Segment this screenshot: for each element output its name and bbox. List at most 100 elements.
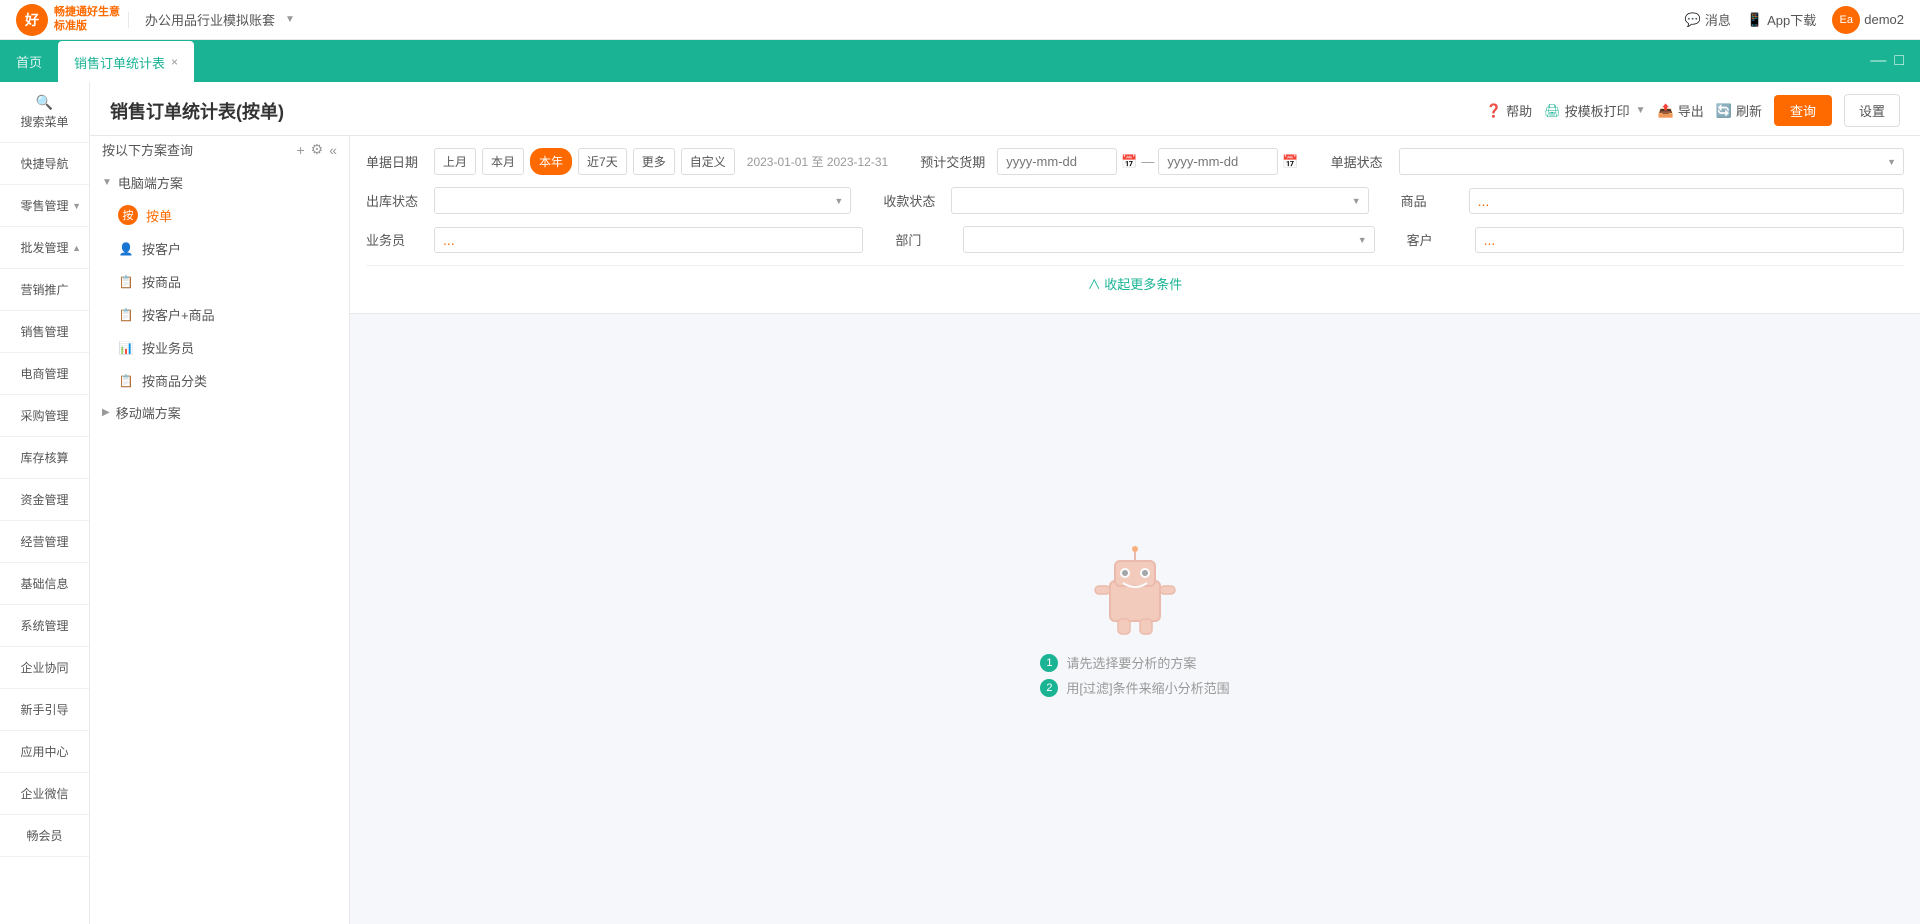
tip-2-num: 2 <box>1040 679 1058 697</box>
sidebar-marketing-label: 营销推广 <box>0 281 89 298</box>
download-icon: 📱 <box>1747 12 1763 28</box>
date-separator: — <box>1141 154 1154 169</box>
scheme-header-actions: + ⚙ « <box>296 141 337 158</box>
sidebar-ecommerce-label: 电商管理 <box>0 365 89 382</box>
calendar-icon-end: 📅 <box>1282 154 1298 170</box>
sidebar-wechat[interactable]: 企业微信 <box>0 773 89 815</box>
filter-row-2: 出库状态 收款状态 商品 <box>366 187 1904 214</box>
date-btn-last-7[interactable]: 近7天 <box>578 148 627 175</box>
scheme-group-mobile-title[interactable]: ▶ 移动端方案 <box>90 397 349 428</box>
print-button[interactable]: 🖨 按模板打印 ▼ <box>1544 101 1645 120</box>
tab-sales-order-stats[interactable]: 销售订单统计表 × <box>58 41 194 83</box>
expected-date-end[interactable] <box>1158 148 1278 175</box>
sidebar-member[interactable]: 畅会员 <box>0 815 89 857</box>
sidebar: 🔍 搜索菜单 快捷导航 零售管理 批发管理 营销推广 销售管理 电商管理 采购管… <box>0 82 90 924</box>
date-btn-more[interactable]: 更多 <box>633 148 675 175</box>
filter-area: 单据日期 上月 本月 本年 近7天 更多 自定义 2023-01-01 至 20… <box>350 136 1920 314</box>
expected-date-start[interactable] <box>997 148 1117 175</box>
sidebar-operation[interactable]: 经营管理 <box>0 521 89 563</box>
sidebar-wholesale[interactable]: 批发管理 <box>0 227 89 269</box>
help-button[interactable]: ❓ 帮助 <box>1486 101 1532 120</box>
sidebar-new-guide[interactable]: 新手引导 <box>0 689 89 731</box>
print-dropdown-icon[interactable]: ▼ <box>1636 105 1646 116</box>
date-btn-this-month[interactable]: 本月 <box>482 148 524 175</box>
sidebar-search[interactable]: 🔍 搜索菜单 <box>0 82 89 143</box>
scheme-item-by-customer-label: 按客户 <box>142 239 181 258</box>
sidebar-basic-info[interactable]: 基础信息 <box>0 563 89 605</box>
scheme-item-by-goods-category-icon: 📋 <box>118 373 134 389</box>
sidebar-purchase-label: 采购管理 <box>0 407 89 424</box>
settings-button[interactable]: 设置 <box>1844 94 1900 127</box>
tab-home[interactable]: 首页 <box>0 40 58 82</box>
receive-select[interactable] <box>951 187 1368 214</box>
salesman-ellipsis-icon[interactable]: ... <box>443 232 455 248</box>
export-button[interactable]: 📤 导出 <box>1658 101 1704 120</box>
main-layout: 🔍 搜索菜单 快捷导航 零售管理 批发管理 营销推广 销售管理 电商管理 采购管… <box>0 82 1920 924</box>
date-btn-last-month[interactable]: 上月 <box>434 148 476 175</box>
ship-status-wrapper <box>434 187 851 214</box>
sidebar-inventory[interactable]: 库存核算 <box>0 437 89 479</box>
sidebar-marketing[interactable]: 营销推广 <box>0 269 89 311</box>
tab-minimize-icon[interactable]: — <box>1870 52 1886 70</box>
sidebar-sales[interactable]: 销售管理 <box>0 311 89 353</box>
sidebar-system[interactable]: 系统管理 <box>0 605 89 647</box>
app-title: 办公用品行业模拟账套 <box>145 10 275 29</box>
logo-text: 畅捷通好生意 标准版 <box>54 6 120 32</box>
tab-bar: 首页 销售订单统计表 × — □ <box>0 40 1920 82</box>
sidebar-finance[interactable]: 资金管理 <box>0 479 89 521</box>
scheme-add-icon[interactable]: + <box>296 142 304 158</box>
tip-1-text: 请先选择要分析的方案 <box>1066 653 1196 672</box>
sidebar-enterprise[interactable]: 企业协同 <box>0 647 89 689</box>
sidebar-quick-nav[interactable]: 快捷导航 <box>0 143 89 185</box>
app-title-dropdown-icon[interactable]: ▼ <box>285 14 295 25</box>
scheme-item-by-goods-category[interactable]: 📋 按商品分类 <box>90 364 349 397</box>
scheme-item-by-customer-goods-icon: 📋 <box>118 307 134 323</box>
refresh-button[interactable]: 🔄 刷新 <box>1716 101 1762 120</box>
goods-ellipsis-icon[interactable]: ... <box>1478 193 1490 209</box>
sidebar-retail[interactable]: 零售管理 <box>0 185 89 227</box>
scheme-item-by-order[interactable]: 按 按单 <box>90 198 349 232</box>
calendar-icon-start: 📅 <box>1121 154 1137 170</box>
sidebar-new-guide-label: 新手引导 <box>0 701 89 718</box>
message-button[interactable]: 💬 消息 <box>1685 10 1731 29</box>
tip-1-num: 1 <box>1040 654 1058 672</box>
receive-label: 收款状态 <box>883 191 939 210</box>
dept-wrapper <box>963 226 1374 253</box>
dept-select[interactable] <box>963 226 1374 253</box>
scheme-item-by-customer[interactable]: 👤 按客户 <box>90 232 349 265</box>
expected-date-range: 📅 — 📅 <box>997 148 1298 175</box>
user-menu[interactable]: Ea demo2 <box>1832 6 1904 34</box>
scheme-settings-icon[interactable]: ⚙ <box>311 141 324 158</box>
sidebar-ecommerce[interactable]: 电商管理 <box>0 353 89 395</box>
scheme-item-by-salesman-icon: 📊 <box>118 340 134 356</box>
customer-ellipsis-icon[interactable]: ... <box>1484 232 1496 248</box>
query-button[interactable]: 查询 <box>1774 95 1832 126</box>
scheme-item-by-goods[interactable]: 📋 按商品 <box>90 265 349 298</box>
app-download-button[interactable]: 📱 App下载 <box>1747 10 1816 29</box>
scheme-header-title: 按以下方案查询 <box>102 140 193 159</box>
scheme-item-by-salesman-label: 按业务员 <box>142 338 194 357</box>
scheme-item-by-salesman[interactable]: 📊 按业务员 <box>90 331 349 364</box>
collapse-button[interactable]: ∧ 收起更多条件 <box>366 265 1904 301</box>
ship-status-select[interactable] <box>434 187 851 214</box>
sidebar-purchase[interactable]: 采购管理 <box>0 395 89 437</box>
goods-label: 商品 <box>1401 191 1457 210</box>
status-select[interactable]: 待审核 已审核 已完成 <box>1399 148 1904 175</box>
export-icon: 📤 <box>1658 103 1674 119</box>
goods-input-wrapper[interactable]: ... <box>1469 188 1904 214</box>
scheme-collapse-icon[interactable]: « <box>329 142 337 158</box>
sidebar-wechat-label: 企业微信 <box>0 785 89 802</box>
sidebar-enterprise-label: 企业协同 <box>0 659 89 676</box>
customer-input-wrapper[interactable]: ... <box>1475 227 1904 253</box>
sidebar-operation-label: 经营管理 <box>0 533 89 550</box>
scheme-item-by-customer-goods[interactable]: 📋 按客户+商品 <box>90 298 349 331</box>
tab-close-icon[interactable]: × <box>171 55 178 69</box>
salesman-input-wrapper[interactable]: ... <box>434 227 863 253</box>
help-icon: ❓ <box>1486 103 1502 119</box>
tab-maximize-icon[interactable]: □ <box>1894 52 1904 70</box>
scheme-group-pc-title[interactable]: ▼ 电脑端方案 <box>90 167 349 198</box>
sidebar-app-center[interactable]: 应用中心 <box>0 731 89 773</box>
date-btn-custom[interactable]: 自定义 <box>681 148 735 175</box>
status-label: 单据状态 <box>1331 152 1387 171</box>
date-btn-this-year[interactable]: 本年 <box>530 148 572 175</box>
